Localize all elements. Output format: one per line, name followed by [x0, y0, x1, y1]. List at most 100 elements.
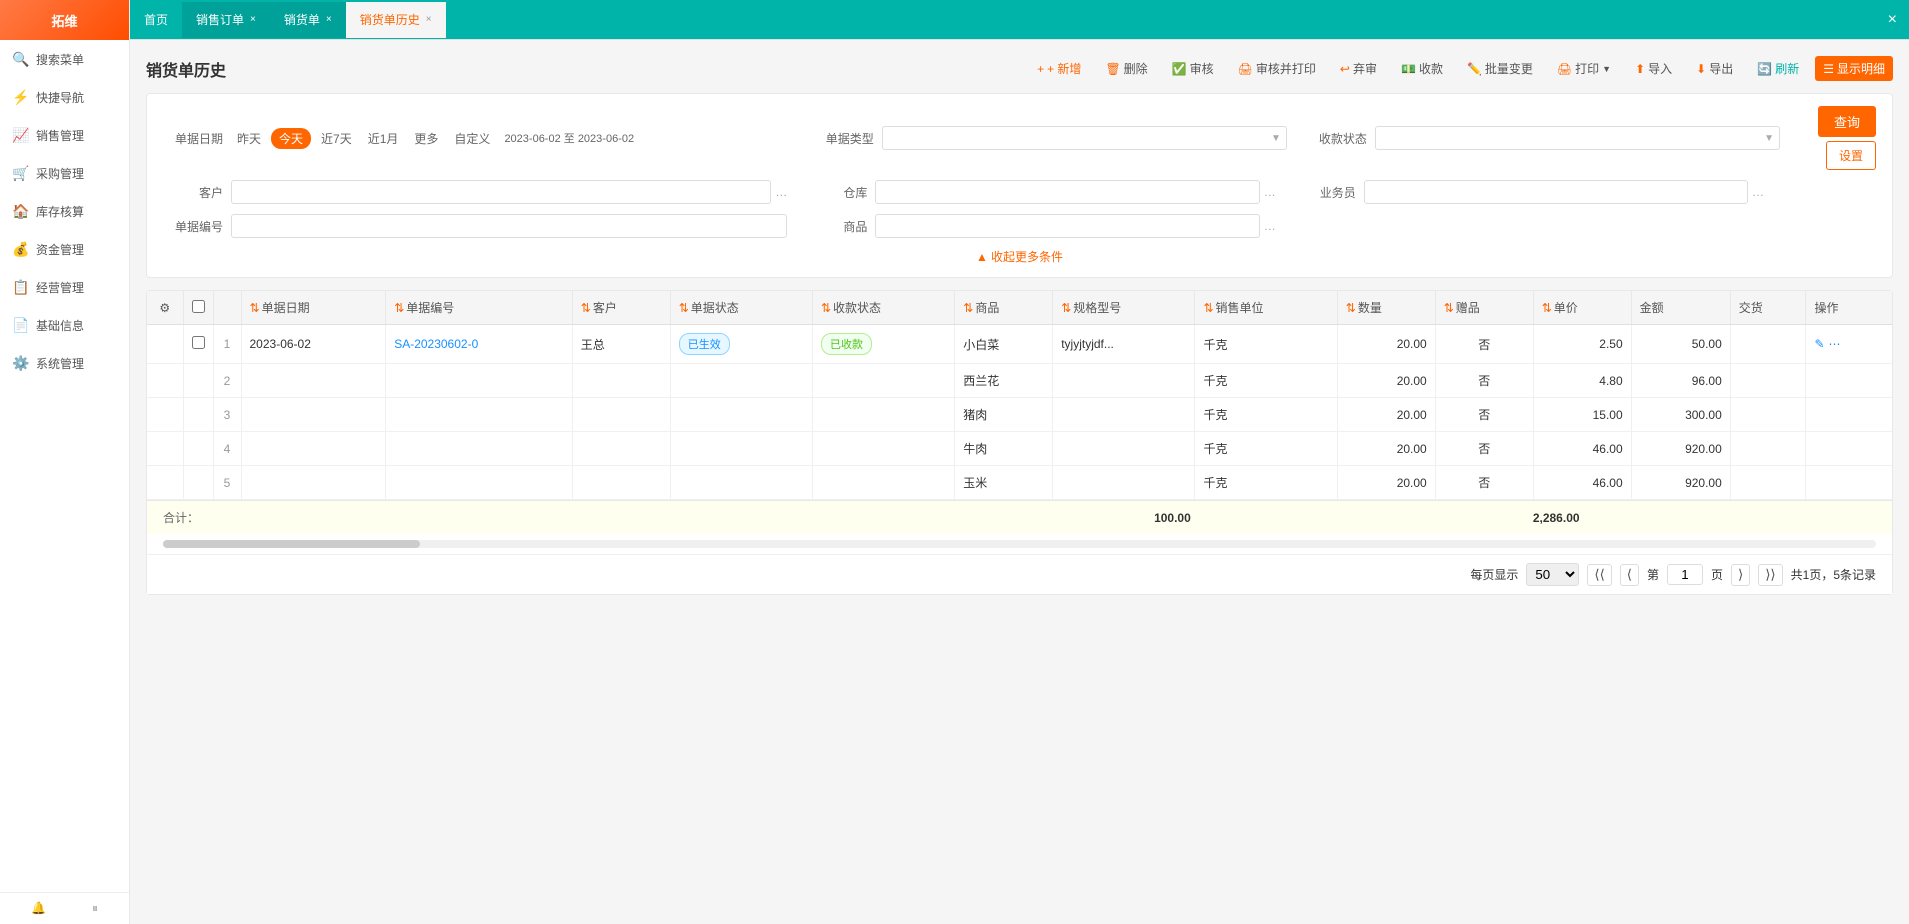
audit-print-button[interactable]: 🖨 审核并打印	[1230, 56, 1324, 81]
doc-type-input[interactable]	[882, 126, 1287, 150]
sidebar-item-ops-mgmt[interactable]: 📋 经营管理	[0, 268, 129, 306]
row-checkbox[interactable]	[183, 398, 213, 432]
setting-button[interactable]: 设置	[1826, 141, 1876, 170]
doc-no-link[interactable]: SA-20230602-0	[394, 337, 478, 351]
row-docno[interactable]	[386, 466, 573, 500]
basic-info-icon: 📄	[12, 316, 30, 334]
query-button[interactable]: 查询	[1818, 106, 1876, 137]
date-tab-7days[interactable]: 近7天	[315, 128, 358, 149]
date-tab-today[interactable]: 今天	[271, 128, 311, 149]
payment-status-input[interactable]	[1375, 126, 1780, 150]
sidebar-item-search-menu[interactable]: 🔍 搜索菜单	[0, 40, 129, 78]
row-checkbox[interactable]	[183, 325, 213, 364]
col-spec[interactable]: ⇅规格型号	[1053, 291, 1195, 325]
first-page-button[interactable]: ⟨⟨	[1587, 564, 1611, 586]
import-button[interactable]: ⬆ 导入	[1627, 56, 1680, 81]
sales-mgmt-icon: 📈	[12, 126, 30, 144]
table-container[interactable]: ⚙ ⇅单据日期 ⇅单据编号 ⇅客户 ⇅单据状态 ⇅收款状态 ⇅商品 ⇅规格型号 …	[147, 291, 1892, 500]
close-sales-goods-tab[interactable]: ×	[326, 14, 332, 25]
sidebar-item-basic-info[interactable]: 📄 基础信息	[0, 306, 129, 344]
per-page-select[interactable]: 50 100 200	[1526, 563, 1579, 586]
col-date[interactable]: ⇅单据日期	[241, 291, 386, 325]
show-detail-button[interactable]: ☰ 显示明细	[1815, 56, 1893, 81]
tab-home[interactable]: 首页	[130, 2, 182, 38]
tab-sales-history[interactable]: 销货单历史 ×	[346, 2, 446, 38]
sidebar-pause-icon[interactable]: ⏸	[92, 901, 98, 916]
row-paystatus	[812, 364, 954, 398]
row-docno[interactable]	[386, 432, 573, 466]
prev-page-button[interactable]: ⟨	[1620, 564, 1639, 586]
col-customer[interactable]: ⇅客户	[572, 291, 670, 325]
row-docno[interactable]	[386, 398, 573, 432]
warehouse-input[interactable]	[875, 180, 1259, 204]
col-paystatus[interactable]: ⇅收款状态	[812, 291, 954, 325]
new-button[interactable]: + + 新增	[1029, 56, 1089, 81]
audit-button[interactable]: ✅ 审核	[1164, 56, 1222, 81]
row-checkbox[interactable]	[183, 364, 213, 398]
doc-no-input[interactable]	[231, 214, 787, 238]
abandon-button[interactable]: ↩ 弃审	[1332, 56, 1385, 81]
date-tab-more[interactable]: 更多	[408, 128, 444, 149]
row-gear	[147, 325, 183, 364]
col-unit[interactable]: ⇅销售单位	[1195, 291, 1337, 325]
col-gift[interactable]: ⇅赠品	[1435, 291, 1533, 325]
col-docno[interactable]: ⇅单据编号	[386, 291, 573, 325]
col-price[interactable]: ⇅单价	[1533, 291, 1631, 325]
date-tab-custom[interactable]: 自定义	[448, 128, 496, 149]
warehouse-more-icon[interactable]: …	[1264, 185, 1276, 199]
row-action	[1806, 466, 1892, 500]
col-gear[interactable]: ⚙	[147, 291, 183, 325]
table-row: 2 西兰花 千克 20.00 否 4.80 96.00	[147, 364, 1892, 398]
refresh-button[interactable]: 🔄 刷新	[1749, 56, 1807, 81]
salesman-input[interactable]	[1364, 180, 1748, 204]
sidebar-item-finance-mgmt[interactable]: 💰 资金管理	[0, 230, 129, 268]
edit-action[interactable]: ✎	[1814, 337, 1824, 351]
goods-more-icon[interactable]: …	[1264, 219, 1276, 233]
sort-docno-icon: ⇅	[394, 301, 404, 315]
batch-change-button[interactable]: ✏️ 批量变更	[1459, 56, 1541, 81]
sidebar-bell-icon[interactable]: 🔔	[31, 901, 46, 916]
collect-button[interactable]: 💵 收款	[1393, 56, 1451, 81]
export-button[interactable]: ⬇ 导出	[1688, 56, 1741, 81]
tab-sales-order[interactable]: 销售订单 ×	[182, 2, 270, 38]
last-page-button[interactable]: ⟩⟩	[1758, 564, 1782, 586]
goods-input[interactable]	[875, 214, 1259, 238]
date-tab-1month[interactable]: 近1月	[362, 128, 405, 149]
filter-doc-no: 单据编号	[163, 214, 787, 238]
col-checkbox[interactable]	[183, 291, 213, 325]
row-checkbox[interactable]	[183, 432, 213, 466]
salesman-more-icon[interactable]: …	[1752, 185, 1764, 199]
scrollbar-thumb[interactable]	[163, 540, 420, 548]
row-checkbox[interactable]	[183, 466, 213, 500]
customer-more-icon[interactable]: …	[775, 185, 787, 199]
col-docstatus[interactable]: ⇅单据状态	[670, 291, 812, 325]
print-button[interactable]: 🖨 打印 ▼	[1549, 56, 1619, 81]
sidebar-item-system-mgmt[interactable]: ⚙️ 系统管理	[0, 344, 129, 382]
tab-sales-goods[interactable]: 销货单 ×	[270, 2, 346, 38]
row-select-checkbox[interactable]	[192, 336, 205, 349]
row-docno[interactable]	[386, 364, 573, 398]
sidebar-item-inventory[interactable]: 🏠 库存核算	[0, 192, 129, 230]
scrollbar-track[interactable]	[163, 540, 1876, 548]
col-goods[interactable]: ⇅商品	[955, 291, 1053, 325]
page-number-input[interactable]	[1667, 564, 1703, 585]
date-tab-yesterday[interactable]: 昨天	[231, 128, 267, 149]
sidebar-item-quick-nav[interactable]: ⚡ 快捷导航	[0, 78, 129, 116]
close-sales-order-tab[interactable]: ×	[250, 14, 256, 25]
close-all-tabs[interactable]: ×	[1876, 11, 1909, 29]
sidebar-item-purchase-mgmt[interactable]: 🛒 采购管理	[0, 154, 129, 192]
col-amount[interactable]: 金额	[1631, 291, 1730, 325]
more-action[interactable]: ⋯	[1829, 337, 1841, 351]
close-sales-history-tab[interactable]: ×	[426, 14, 432, 25]
row-docno[interactable]: SA-20230602-0	[386, 325, 573, 364]
next-page-button[interactable]: ⟩	[1731, 564, 1750, 586]
collapse-button[interactable]: ▲ 收起更多条件	[976, 248, 1063, 265]
row-gear	[147, 364, 183, 398]
row-date: 2023-06-02	[241, 325, 386, 364]
delete-button[interactable]: 🗑 删除	[1097, 56, 1155, 81]
col-qty[interactable]: ⇅数量	[1337, 291, 1435, 325]
row-num: 2	[213, 364, 241, 398]
select-all-checkbox[interactable]	[192, 300, 205, 313]
sidebar-item-sales-mgmt[interactable]: 📈 销售管理	[0, 116, 129, 154]
customer-input[interactable]	[231, 180, 771, 204]
